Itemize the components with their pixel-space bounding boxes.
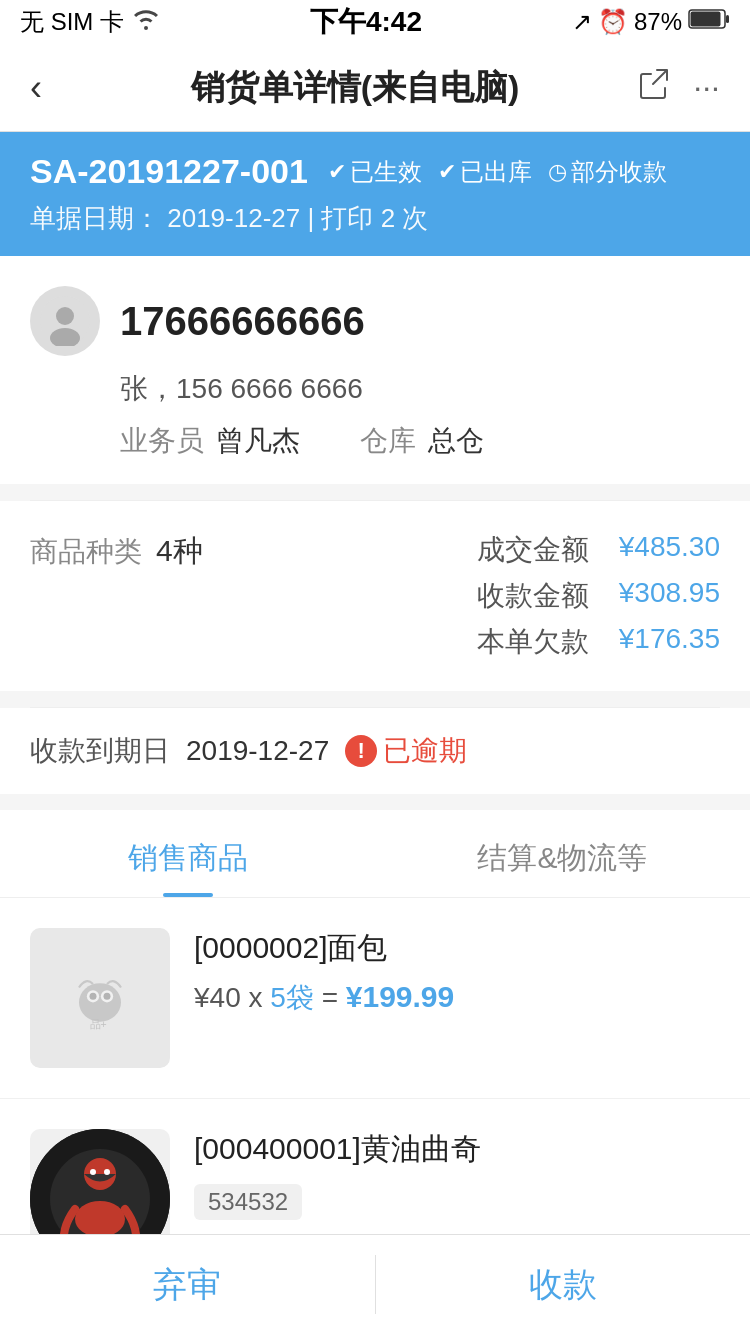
customer-phone: 17666666666 (120, 299, 365, 344)
clock-icon: ◷ (548, 159, 567, 185)
salesperson-value: 曾凡杰 (216, 422, 300, 460)
received-label: 收款金额 (477, 577, 589, 615)
warehouse-value: 总仓 (428, 422, 484, 460)
nav-bar: ‹ 销货单详情(来自电脑) ··· (0, 44, 750, 132)
status-bar-time: 下午4:42 (310, 3, 422, 41)
product-equals-1: = (322, 982, 346, 1013)
overdue-icon: ! (345, 735, 377, 767)
back-button[interactable]: ‹ (30, 67, 90, 109)
tab-settlement[interactable]: 结算&物流等 (375, 810, 750, 897)
warehouse-label: 仓库 (360, 422, 416, 460)
svg-point-9 (90, 993, 97, 1000)
svg-point-15 (75, 1201, 125, 1237)
due-date: 2019-12-27 (186, 735, 329, 767)
print-label: | 打印 (307, 203, 373, 233)
product-type-count: 商品种类 4种 (30, 531, 203, 572)
status-bar: 无 SIM 卡 下午4:42 ↗ ⏰ 87% (0, 0, 750, 44)
nav-actions: ··· (620, 66, 720, 110)
table-row: 品+ [0000002]面包 ¥40 x 5袋 = ¥199.99 (0, 898, 750, 1099)
badge-effective: ✔ 已生效 (328, 156, 422, 188)
tabs-section: 销售商品 结算&物流等 (0, 810, 750, 898)
date-label: 单据日期： (30, 203, 160, 233)
status-bar-left: 无 SIM 卡 (20, 6, 160, 38)
product-details-1: [0000002]面包 ¥40 x 5袋 = ¥199.99 (194, 928, 720, 1017)
tabs-row: 销售商品 结算&物流等 (0, 810, 750, 897)
badge-effective-label: 已生效 (350, 156, 422, 188)
overdue-badge: ! 已逾期 (345, 732, 467, 770)
received-value: ¥308.95 (619, 577, 720, 615)
check-icon-1: ✔ (328, 159, 346, 185)
transaction-value: ¥485.30 (619, 531, 720, 569)
stats-section: 商品种类 4种 成交金额 ¥485.30 收款金额 ¥308.95 本单欠款 ¥… (0, 501, 750, 691)
outstanding-amount: 本单欠款 ¥176.35 (477, 623, 720, 661)
date-value: 2019-12-27 (167, 203, 300, 233)
product-name-1: [0000002]面包 (194, 928, 720, 969)
svg-rect-2 (690, 12, 720, 27)
product-image-1: 品+ (30, 928, 170, 1068)
financial-stats: 成交金额 ¥485.30 收款金额 ¥308.95 本单欠款 ¥176.35 (477, 531, 720, 661)
share-icon[interactable] (637, 66, 673, 110)
transaction-amount: 成交金额 ¥485.30 (477, 531, 720, 569)
warehouse-item: 仓库 总仓 (360, 422, 484, 460)
svg-point-16 (90, 1169, 96, 1175)
due-label: 收款到期日 (30, 732, 170, 770)
overdue-text: 已逾期 (383, 732, 467, 770)
due-section: 收款到期日 2019-12-27 ! 已逾期 (0, 708, 750, 794)
header-date: 单据日期： 2019-12-27 | 打印 2 次 (30, 201, 720, 236)
type-count: 4种 (156, 531, 203, 572)
customer-name: 张，156 6666 6666 (30, 370, 720, 408)
tab-products[interactable]: 销售商品 (0, 810, 375, 897)
header-banner: SA-20191227-001 ✔ 已生效 ✔ 已出库 ◷ 部分收款 单据日期：… (0, 132, 750, 256)
avatar (30, 286, 100, 356)
cancel-review-button[interactable]: 弃审 (0, 1235, 375, 1334)
product-sku-2: 534532 (194, 1184, 302, 1220)
badge-shipped: ✔ 已出库 (438, 156, 532, 188)
sim-status: 无 SIM 卡 (20, 6, 124, 38)
outstanding-value: ¥176.35 (619, 623, 720, 661)
product-name-2: [000400001]黄油曲奇 (194, 1129, 720, 1170)
product-price-1: ¥40 x 5袋 = ¥199.99 (194, 979, 720, 1017)
type-label: 商品种类 (30, 533, 142, 571)
alarm-icon: ⏰ (598, 8, 628, 36)
product-total-1: ¥199.99 (346, 980, 454, 1013)
order-id: SA-20191227-001 (30, 152, 308, 191)
print-suffix: 次 (402, 203, 428, 233)
svg-point-10 (104, 993, 111, 1000)
customer-section: 17666666666 张，156 6666 6666 业务员 曾凡杰 仓库 总… (0, 256, 750, 484)
page-title: 销货单详情(来自电脑) (90, 65, 620, 111)
customer-meta: 业务员 曾凡杰 仓库 总仓 (30, 422, 720, 460)
salesperson-item: 业务员 曾凡杰 (120, 422, 300, 460)
print-count: 2 (381, 203, 395, 233)
received-amount: 收款金额 ¥308.95 (477, 577, 720, 615)
svg-point-4 (56, 307, 74, 325)
badge-shipped-label: 已出库 (460, 156, 532, 188)
svg-text:品+: 品+ (90, 1018, 107, 1030)
location-icon: ↗ (572, 8, 592, 36)
product-qty-1: 5袋 (270, 982, 314, 1013)
battery-icon (688, 8, 730, 36)
badge-partial-payment: ◷ 部分收款 (548, 156, 667, 188)
more-icon[interactable]: ··· (693, 69, 720, 106)
battery-percent: 87% (634, 8, 682, 36)
product-unit-price-1: ¥40 (194, 982, 241, 1013)
product-sku-container: 534532 (194, 1184, 720, 1220)
transaction-label: 成交金额 (477, 531, 589, 569)
check-icon-2: ✔ (438, 159, 456, 185)
collect-payment-button[interactable]: 收款 (376, 1235, 751, 1334)
salesperson-label: 业务员 (120, 422, 204, 460)
status-badges: ✔ 已生效 ✔ 已出库 ◷ 部分收款 (328, 156, 667, 188)
bottom-bar: 弃审 收款 (0, 1234, 750, 1334)
wifi-icon (132, 8, 160, 36)
status-bar-right: ↗ ⏰ 87% (572, 8, 730, 36)
outstanding-label: 本单欠款 (477, 623, 589, 661)
badge-partial-label: 部分收款 (571, 156, 667, 188)
svg-point-6 (79, 983, 121, 1022)
svg-point-17 (104, 1169, 110, 1175)
svg-rect-1 (726, 15, 729, 23)
